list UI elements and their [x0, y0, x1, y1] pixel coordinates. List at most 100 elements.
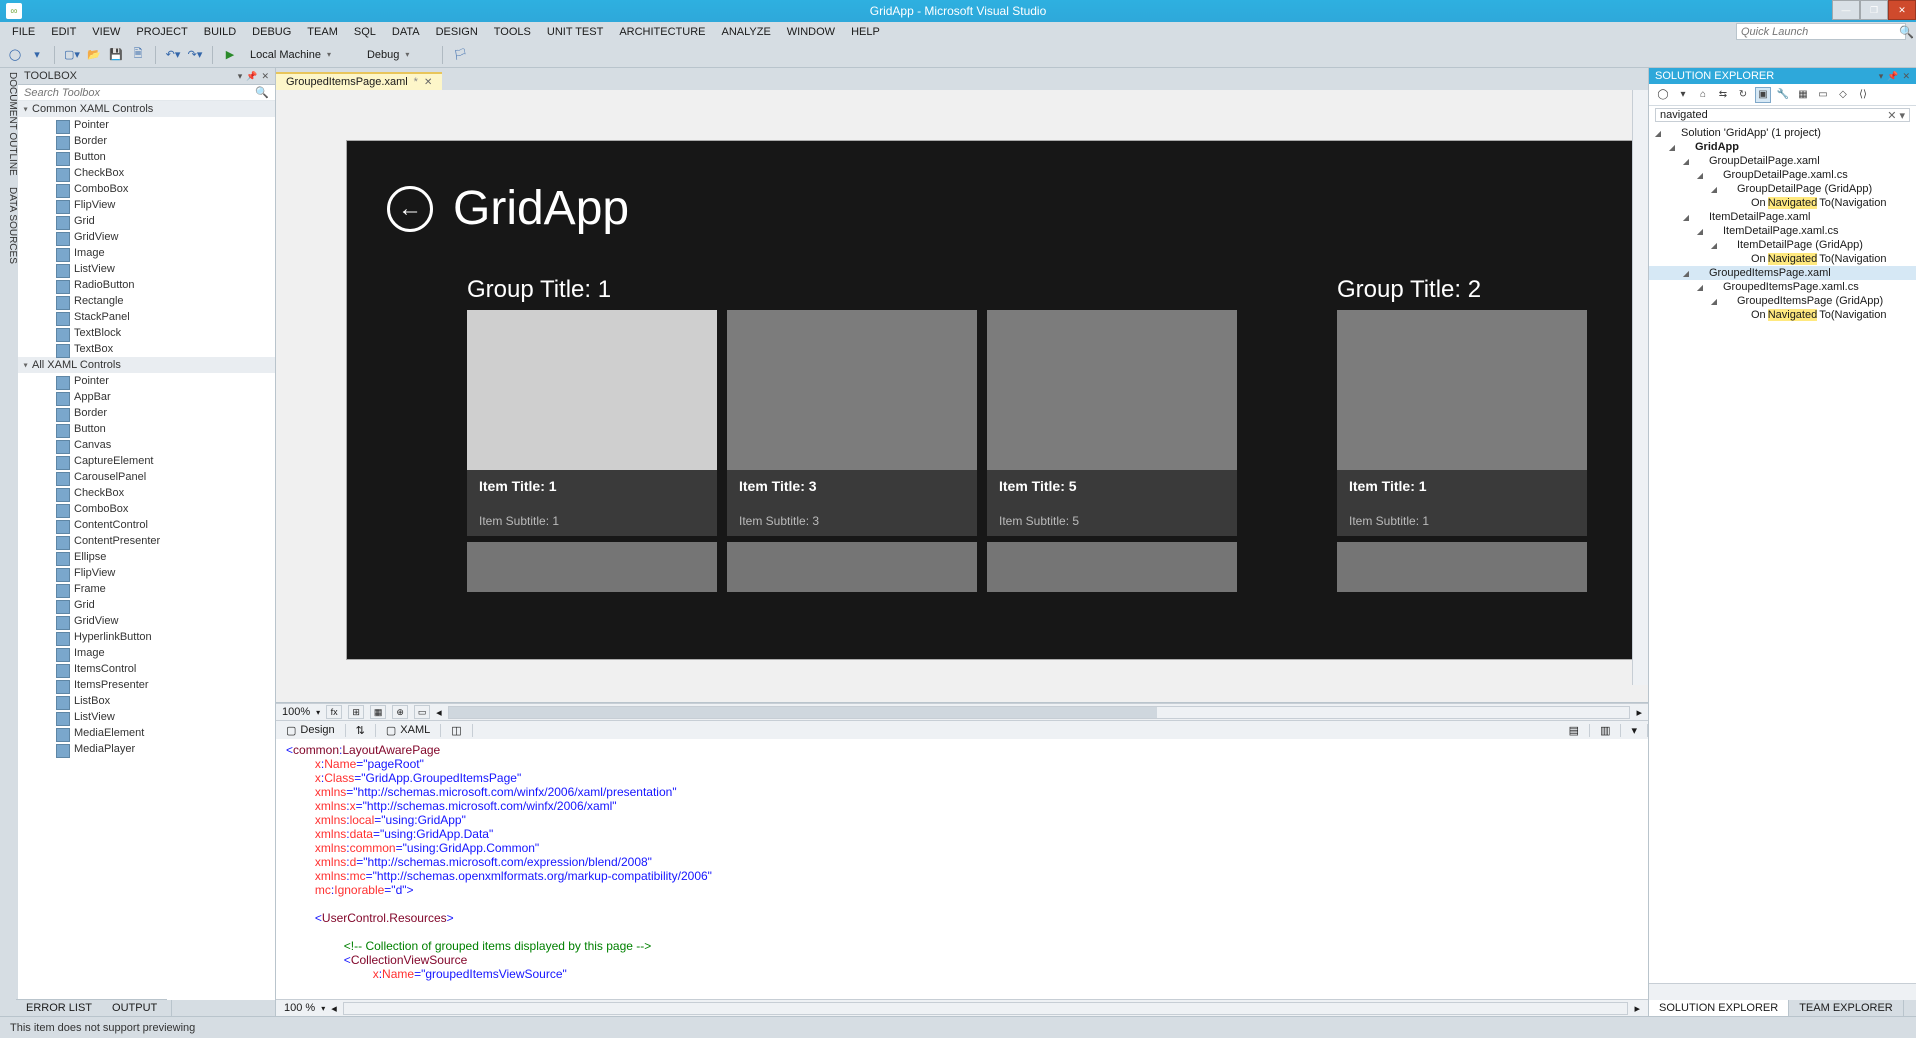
toolbox-item[interactable]: CheckBox — [18, 165, 275, 181]
expand-icon[interactable]: ◫ — [441, 724, 472, 737]
menu-build[interactable]: BUILD — [196, 24, 244, 40]
solution-hscroll[interactable] — [1649, 983, 1916, 1000]
toolbox-item[interactable]: GridView — [18, 229, 275, 245]
new-project-icon[interactable]: ▢▾ — [63, 46, 81, 64]
xaml-view-button[interactable]: ▢ XAML — [376, 724, 441, 737]
search-icon[interactable]: 🔍 — [1899, 25, 1914, 39]
clear-search-icon[interactable]: ✕ ▾ — [1887, 109, 1905, 122]
data-sources-tab[interactable]: DATA SOURCES — [7, 187, 18, 264]
tree-node[interactable]: ◢ItemDetailPage.xaml — [1649, 210, 1916, 224]
dropdown-icon[interactable]: ▾ — [238, 71, 243, 82]
forward-nav-icon[interactable]: ▾ — [28, 46, 46, 64]
tree-node[interactable]: ◢GroupedItemsPage.xaml — [1649, 266, 1916, 280]
toolbox-item[interactable]: ContentPresenter — [18, 533, 275, 549]
toggle-icon[interactable]: ▭ — [414, 705, 430, 719]
back-icon[interactable]: ◯ — [1655, 87, 1671, 103]
tree-node[interactable]: ◢ItemDetailPage.xaml.cs — [1649, 224, 1916, 238]
left-side-tabs[interactable]: DOCUMENT OUTLINE DATA SOURCES — [0, 68, 18, 1016]
grid-tile[interactable]: Item Title: 1 Item Subtitle: 1 — [467, 310, 717, 536]
toolbox-item[interactable]: Pointer — [18, 373, 275, 389]
toolbox-item[interactable]: CaptureElement — [18, 453, 275, 469]
toolbox-item[interactable]: Button — [18, 149, 275, 165]
menu-help[interactable]: HELP — [843, 24, 888, 40]
xaml-horizontal-scrollbar[interactable] — [343, 1002, 1629, 1015]
toolbox-item[interactable]: FlipView — [18, 565, 275, 581]
properties-icon[interactable]: 🔧 — [1775, 87, 1791, 103]
undo-icon[interactable]: ↶▾ — [164, 46, 182, 64]
swap-panes-icon[interactable]: ⇅ — [346, 724, 376, 737]
close-button[interactable]: ✕ — [1888, 0, 1916, 20]
split-h-icon[interactable]: ▤ — [1559, 724, 1590, 737]
tree-node[interactable]: ◢ItemDetailPage (GridApp) — [1649, 238, 1916, 252]
menu-team[interactable]: TEAM — [299, 24, 346, 40]
menu-window[interactable]: WINDOW — [779, 24, 843, 40]
menu-project[interactable]: PROJECT — [128, 24, 195, 40]
tree-node[interactable]: OnNavigatedTo(Navigation — [1649, 252, 1916, 266]
document-tab[interactable]: GroupedItemsPage.xaml * ✕ — [276, 72, 442, 90]
minimize-button[interactable]: — — [1832, 0, 1860, 20]
toolbox-search-input[interactable] — [24, 87, 255, 99]
collapse-icon[interactable]: ▾ — [1621, 724, 1648, 737]
toolbox-group-header[interactable]: All XAML Controls — [18, 357, 275, 373]
team-explorer-tab[interactable]: TEAM EXPLORER — [1789, 1000, 1904, 1016]
toolbox-item[interactable]: Button — [18, 421, 275, 437]
debug-config-dropdown[interactable]: Debug — [360, 48, 434, 62]
zoom-level[interactable]: 100% — [282, 706, 310, 718]
toolbox-item[interactable]: CheckBox — [18, 485, 275, 501]
view-designer-icon[interactable]: ⟨⟩ — [1855, 87, 1871, 103]
tree-node[interactable]: OnNavigatedTo(Navigation — [1649, 196, 1916, 210]
dropdown-icon[interactable]: ▾ — [316, 708, 320, 717]
menu-design[interactable]: DESIGN — [428, 24, 486, 40]
split-v-icon[interactable]: ▥ — [1590, 724, 1621, 737]
toolbox-item[interactable]: MediaElement — [18, 725, 275, 741]
view-code-icon[interactable]: ◇ — [1835, 87, 1851, 103]
redo-icon[interactable]: ↷▾ — [186, 46, 204, 64]
restore-button[interactable]: ❐ — [1860, 0, 1888, 20]
toolbox-item[interactable]: Ellipse — [18, 549, 275, 565]
flag-icon[interactable]: 🏳 — [451, 46, 469, 64]
grid-3-icon[interactable]: ⊞ — [348, 705, 364, 719]
scroll-left-icon[interactable]: ◂ — [436, 706, 442, 719]
toolbox-item[interactable]: TextBlock — [18, 325, 275, 341]
grid-tile[interactable] — [467, 542, 717, 592]
refresh-icon[interactable]: ↻ — [1735, 87, 1751, 103]
toolbox-item[interactable]: Grid — [18, 597, 275, 613]
scroll-right-icon[interactable]: ▸ — [1634, 1002, 1640, 1015]
menu-sql[interactable]: SQL — [346, 24, 384, 40]
back-arrow-icon[interactable]: ← — [387, 186, 433, 232]
toolbox-item[interactable]: GridView — [18, 613, 275, 629]
solution-tree[interactable]: ◢Solution 'GridApp' (1 project)◢GridApp◢… — [1649, 124, 1916, 983]
menu-data[interactable]: DATA — [384, 24, 428, 40]
grid-tile[interactable] — [727, 542, 977, 592]
save-icon[interactable]: 💾 — [107, 46, 125, 64]
tree-node[interactable]: OnNavigatedTo(Navigation — [1649, 308, 1916, 322]
menu-view[interactable]: VIEW — [84, 24, 128, 40]
toolbox-item[interactable]: CarouselPanel — [18, 469, 275, 485]
collapse-all-icon[interactable]: ▣ — [1755, 87, 1771, 103]
toolbox-item[interactable]: Rectangle — [18, 293, 275, 309]
grid-tile[interactable]: Item Title: 5 Item Subtitle: 5 — [987, 310, 1237, 536]
toolbox-item[interactable]: Image — [18, 245, 275, 261]
home-icon[interactable]: ⌂ — [1695, 87, 1711, 103]
save-all-icon[interactable]: 🗎 — [129, 46, 147, 64]
error-list-tab[interactable]: ERROR LIST — [16, 999, 102, 1016]
xaml-zoom[interactable]: 100 % — [284, 1002, 315, 1014]
grid-tile[interactable]: Item Title: 3 Item Subtitle: 3 — [727, 310, 977, 536]
toolbox-item[interactable]: ItemsPresenter — [18, 677, 275, 693]
menu-edit[interactable]: EDIT — [43, 24, 84, 40]
tree-node[interactable]: ◢GroupDetailPage (GridApp) — [1649, 182, 1916, 196]
solution-search[interactable]: navigated ✕ ▾ — [1655, 108, 1910, 122]
close-panel-icon[interactable]: ✕ — [1902, 71, 1910, 82]
dropdown-icon[interactable]: ▾ — [1879, 71, 1884, 82]
grid-tile[interactable]: Item Title: 1 Item Subtitle: 1 — [1337, 310, 1587, 536]
debug-target-dropdown[interactable]: Local Machine — [243, 48, 356, 62]
pin-icon[interactable]: 📌 — [1887, 71, 1898, 82]
designer-horizontal-scrollbar[interactable] — [448, 706, 1631, 719]
grid-4-icon[interactable]: ▦ — [370, 705, 386, 719]
xaml-editor[interactable]: <common:LayoutAwarePage x:Name="pageRoot… — [276, 739, 1648, 999]
toolbox-item[interactable]: ItemsControl — [18, 661, 275, 677]
effects-toggle-icon[interactable]: fx — [326, 705, 342, 719]
design-view-button[interactable]: ▢ Design — [276, 724, 346, 737]
document-outline-tab[interactable]: DOCUMENT OUTLINE — [7, 72, 18, 176]
toolbox-item[interactable]: FlipView — [18, 197, 275, 213]
